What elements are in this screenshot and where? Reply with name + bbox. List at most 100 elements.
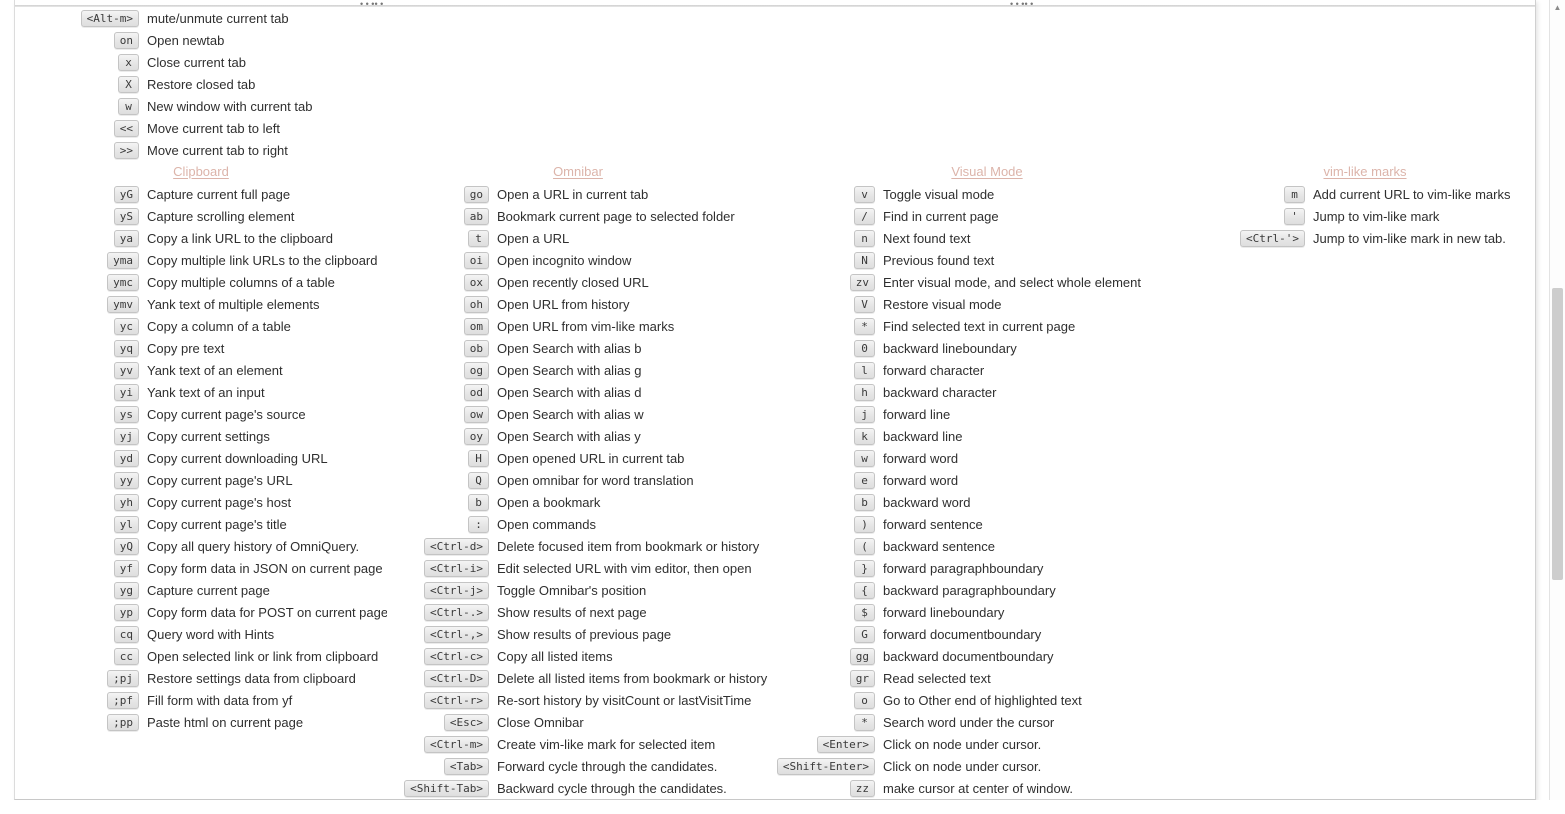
- shortcut-key-badge: ab: [463, 208, 489, 226]
- shortcut-row: oh Open URL from history: [387, 294, 769, 316]
- shortcut-description: Open recently closed URL: [497, 275, 649, 290]
- shortcut-row: yS Capture scrolling element: [15, 206, 387, 228]
- shortcut-key-cell: yg: [15, 582, 147, 600]
- shortcut-row: <Shift-Enter> Click on node under cursor.: [769, 756, 1205, 778]
- column-top-spacer: [1205, 8, 1525, 162]
- surfingkeys-help-overlay: • • •• • • • •• • <Alt-m>mute/unmute cur…: [0, 0, 1565, 814]
- shortcut-description: Open Search with alias b: [497, 341, 642, 356]
- shortcut-key-badge: ys: [113, 406, 139, 424]
- shortcut-description: backward sentence: [883, 539, 996, 554]
- shortcut-description: Copy current page's host: [147, 495, 292, 510]
- shortcut-key-badge: cq: [113, 626, 139, 644]
- shortcut-key-cell: <Ctrl-m>: [387, 736, 497, 754]
- shortcut-key-badge: w: [118, 98, 139, 116]
- shortcut-key-cell: *: [769, 318, 883, 336]
- shortcut-key-badge: gr: [849, 670, 875, 688]
- shortcut-row: v Toggle visual mode: [769, 184, 1205, 206]
- vertical-scrollbar[interactable]: ▲ ▼: [1549, 0, 1565, 814]
- shortcut-row: 0 backward lineboundary: [769, 338, 1205, 360]
- shortcut-key-cell: oi: [387, 252, 497, 270]
- shortcut-row: cq Query word with Hints: [15, 624, 387, 646]
- shortcut-row: ob Open Search with alias b: [387, 338, 769, 360]
- shortcut-key-cell: t: [387, 230, 497, 248]
- shortcut-key-badge: og: [463, 362, 489, 380]
- shortcut-row: og Open Search with alias g: [387, 360, 769, 382]
- shortcut-key-badge: <Alt-m>: [80, 10, 139, 28]
- shortcut-key-cell: ymc: [15, 274, 147, 292]
- shortcut-key-badge: ;pf: [107, 692, 139, 710]
- shortcut-key-badge: ya: [113, 230, 139, 248]
- shortcut-row: <Ctrl-r> Re-sort history by visitCount or…: [387, 690, 769, 712]
- shortcut-row: k backward line: [769, 426, 1205, 448]
- shortcut-description: Move current tab to right: [147, 143, 288, 158]
- shortcut-key-badge: yc: [113, 318, 139, 336]
- shortcut-description: Restore closed tab: [147, 77, 256, 92]
- shortcut-key-cell: gr: [769, 670, 883, 688]
- shortcut-key-cell: cc: [15, 648, 147, 666]
- scroll-up-arrow[interactable]: ▲: [1550, 0, 1565, 16]
- shortcut-key-cell: b: [769, 494, 883, 512]
- shortcut-description: Capture current page: [147, 583, 270, 598]
- shortcut-key-cell: X: [15, 76, 147, 94]
- shortcut-row: yc Copy a column of a table: [15, 316, 387, 338]
- shortcut-description: Toggle visual mode: [883, 187, 995, 202]
- shortcut-key-badge: yg: [113, 582, 139, 600]
- shortcut-description: Open a URL in current tab: [497, 187, 649, 202]
- shortcut-key-cell: b: [387, 494, 497, 512]
- shortcut-row: o Go to Other end of highlighted text: [769, 690, 1205, 712]
- shortcut-row: yf Copy form data in JSON on current page: [15, 558, 387, 580]
- shortcut-key-badge: yy: [113, 472, 139, 490]
- shortcut-key-cell: <Ctrl-'>: [1205, 230, 1313, 248]
- shortcut-key-cell: <Ctrl-j>: [387, 582, 497, 600]
- shortcut-row: : Open commands: [387, 514, 769, 536]
- shortcut-key-badge: <Ctrl-D>: [424, 670, 489, 688]
- shortcut-row: yG Capture current full page: [15, 184, 387, 206]
- shortcut-description: Open incognito window: [497, 253, 632, 268]
- shortcut-row: go Open a URL in current tab: [387, 184, 769, 206]
- shortcut-key-badge: ;pp: [107, 714, 139, 732]
- shortcut-row: V Restore visual mode: [769, 294, 1205, 316]
- shortcut-key-cell: ow: [387, 406, 497, 424]
- shortcut-key-cell: <Ctrl-i>: [387, 560, 497, 578]
- shortcut-row: ) forward sentence: [769, 514, 1205, 536]
- shortcut-description: Copy current page's URL: [147, 473, 293, 488]
- shortcut-key-cell: l: [769, 362, 883, 380]
- shortcut-description: Open URL from vim-like marks: [497, 319, 675, 334]
- shortcut-row: yg Capture current page: [15, 580, 387, 602]
- shortcut-description: Copy current page's title: [147, 517, 287, 532]
- shortcut-description: Backward cycle through the candidates.: [497, 781, 727, 796]
- section-title-clipboard: Clipboard: [173, 164, 229, 179]
- shortcut-description: Previous found text: [883, 253, 995, 268]
- shortcut-row: {backward paragraphboundary: [769, 580, 1205, 602]
- shortcut-key-cell: w: [15, 98, 147, 116]
- shortcut-row: x Close current tab: [15, 52, 387, 74]
- shortcut-description: Copy current page's source: [147, 407, 306, 422]
- shortcut-key-badge: <Shift-Enter>: [776, 758, 875, 776]
- shortcut-key-cell: oh: [387, 296, 497, 314]
- shortcut-key-badge: ): [854, 516, 875, 534]
- shortcut-description: Next found text: [883, 231, 971, 246]
- shortcut-key-cell: yS: [15, 208, 147, 226]
- shortcut-key-cell: h: [769, 384, 883, 402]
- shortcut-row: yh Copy current page's host: [15, 492, 387, 514]
- shortcut-description: Edit selected URL with vim editor, then …: [497, 561, 752, 576]
- shortcut-key-cell: x: [15, 54, 147, 72]
- shortcut-row: zv Enter visual mode, and select whole el…: [769, 272, 1205, 294]
- shortcut-row: yi Yank text of an input: [15, 382, 387, 404]
- shortcut-columns: <Alt-m> mute/unmute current tab on Open new…: [15, 8, 1525, 798]
- shortcut-row: / Find in current page: [769, 206, 1205, 228]
- shortcut-key-badge: oy: [463, 428, 489, 446]
- shortcut-description: Open a URL: [497, 231, 570, 246]
- shortcut-key-cell: yh: [15, 494, 147, 512]
- shortcut-description: forward line: [883, 407, 951, 422]
- shortcut-key-badge: ob: [463, 340, 489, 358]
- shortcut-key-cell: zv: [769, 274, 883, 292]
- shortcut-description: Query word with Hints: [147, 627, 275, 642]
- shortcut-row: <Ctrl-D> Delete all listed items from boo…: [387, 668, 769, 690]
- shortcut-key-cell: <Ctrl-D>: [387, 670, 497, 688]
- shortcut-key-cell: {: [769, 582, 883, 600]
- scrollbar-thumb[interactable]: [1552, 288, 1563, 580]
- shortcut-description: Delete all listed items from bookmark or…: [497, 671, 768, 686]
- shortcut-key-cell: cq: [15, 626, 147, 644]
- section-title-visual-mode: Visual Mode: [951, 164, 1023, 179]
